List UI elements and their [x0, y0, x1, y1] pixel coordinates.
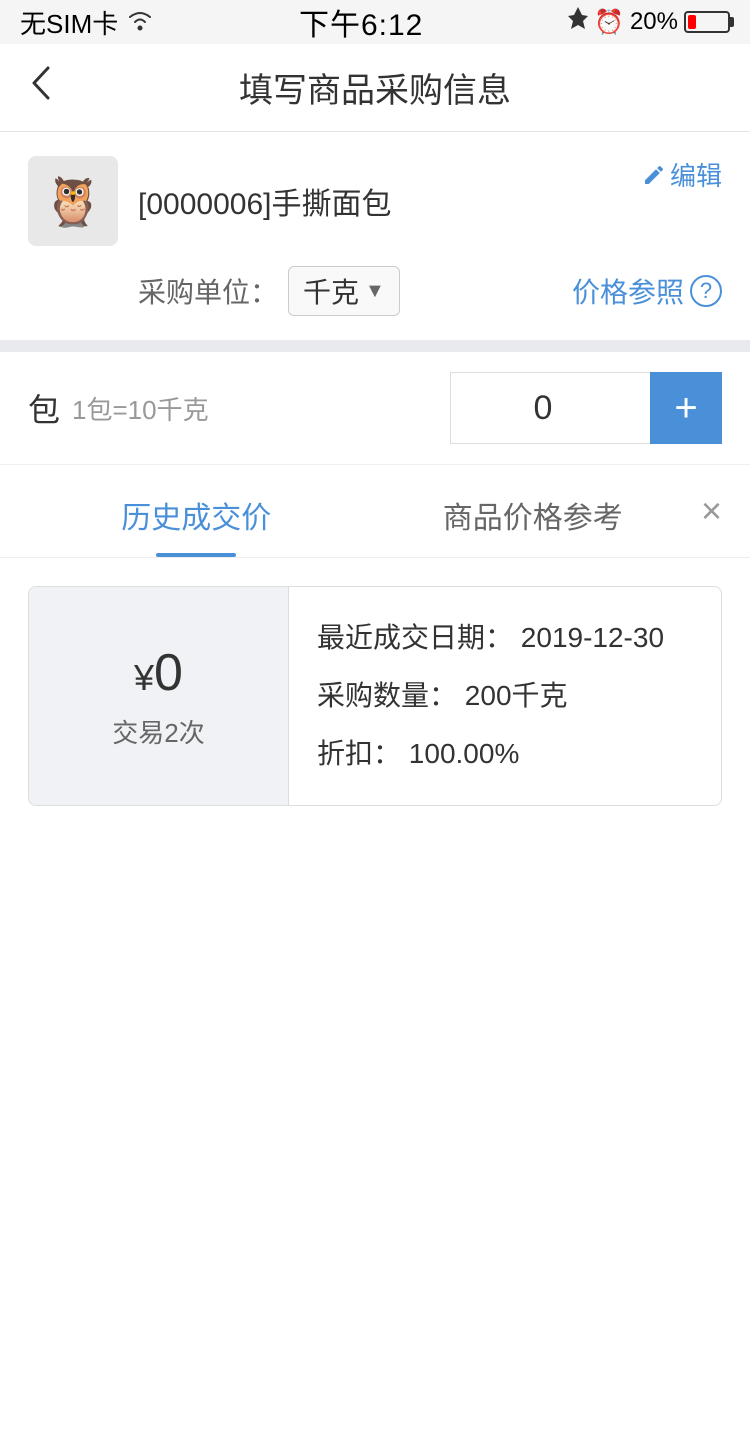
bottom-space	[0, 834, 750, 1434]
history-price-right: 最近成交日期： 2019-12-30 采购数量： 200千克 折扣： 100.0…	[289, 587, 721, 805]
page-title: 填写商品采购信息	[239, 63, 511, 112]
status-bar: 无SIM卡 下午6:12 ⏰ 20%	[0, 0, 750, 44]
price-ref-help-icon: ?	[690, 275, 722, 307]
history-price-left: ¥0 交易2次	[29, 587, 289, 805]
status-right: ⏰ 20%	[568, 7, 730, 38]
unit-dropdown-icon: ▼	[365, 280, 385, 303]
history-trades-count: 交易2次	[112, 713, 204, 750]
unit-selector[interactable]: 千克 ▼	[288, 266, 400, 316]
tab-history-price[interactable]: 历史成交价	[28, 465, 364, 557]
tab-close-button[interactable]: ×	[701, 470, 722, 552]
status-time: 下午6:12	[299, 0, 423, 44]
price-ref-label: 价格参照	[572, 271, 684, 311]
tabs-container: 历史成交价 商品价格参考 × ¥0 交易2次 最近成交日期： 2019-12-3…	[0, 465, 750, 834]
purchase-unit-row: 采购单位： 千克 ▼ 价格参照 ?	[28, 266, 722, 316]
tabs-header: 历史成交价 商品价格参考 ×	[0, 465, 750, 558]
section-divider	[0, 340, 750, 352]
carrier-text: 无SIM卡	[20, 4, 118, 41]
battery-percent: 20%	[630, 8, 678, 36]
currency-symbol: ¥	[134, 657, 154, 698]
edit-button[interactable]: 编辑	[642, 156, 722, 193]
quantity-plus-button[interactable]: +	[650, 372, 722, 444]
status-left: 无SIM卡	[20, 4, 154, 41]
product-header: 🦉 [0000006]手撕面包 编辑	[28, 156, 722, 246]
quantity-input-group: +	[450, 372, 722, 444]
battery-icon	[684, 11, 730, 33]
wifi-icon	[126, 7, 154, 38]
unit-label: 采购单位：	[138, 271, 278, 311]
history-price-card: ¥0 交易2次 最近成交日期： 2019-12-30 采购数量： 200千克 折…	[28, 586, 722, 806]
quantity-input[interactable]	[450, 372, 650, 444]
unit-conversion-text: 1包=10千克	[72, 390, 209, 427]
package-unit-label: 包	[28, 385, 60, 431]
purchase-quantity-row: 采购数量： 200千克	[317, 675, 693, 717]
plus-icon: +	[674, 386, 697, 431]
back-button[interactable]	[28, 64, 52, 111]
quantity-unit-info: 包 1包=10千克	[28, 385, 209, 431]
product-logo-icon: 🦉	[43, 173, 103, 230]
quantity-row: 包 1包=10千克 +	[0, 352, 750, 465]
battery-fill	[688, 15, 696, 29]
discount-row: 折扣： 100.00%	[317, 733, 693, 775]
history-price-value: ¥0	[134, 643, 183, 703]
recent-date-row: 最近成交日期： 2019-12-30	[317, 617, 693, 659]
product-card: 🦉 [0000006]手撕面包 编辑 采购单位： 千克 ▼ 价格参照 ?	[0, 132, 750, 340]
tab-content: ¥0 交易2次 最近成交日期： 2019-12-30 采购数量： 200千克 折…	[0, 558, 750, 834]
product-name: [0000006]手撕面包	[138, 179, 391, 223]
edit-label: 编辑	[670, 156, 722, 193]
tab-price-reference[interactable]: 商品价格参考	[364, 465, 700, 557]
tab-active-indicator	[156, 553, 236, 557]
alarm-icon: ⏰	[594, 8, 624, 37]
product-thumbnail: 🦉	[28, 156, 118, 246]
unit-value: 千克	[303, 271, 359, 311]
price-reference-button[interactable]: 价格参照 ?	[572, 271, 722, 311]
nav-bar: 填写商品采购信息	[0, 44, 750, 132]
location-icon	[568, 7, 588, 38]
product-left: 🦉 [0000006]手撕面包	[28, 156, 391, 246]
